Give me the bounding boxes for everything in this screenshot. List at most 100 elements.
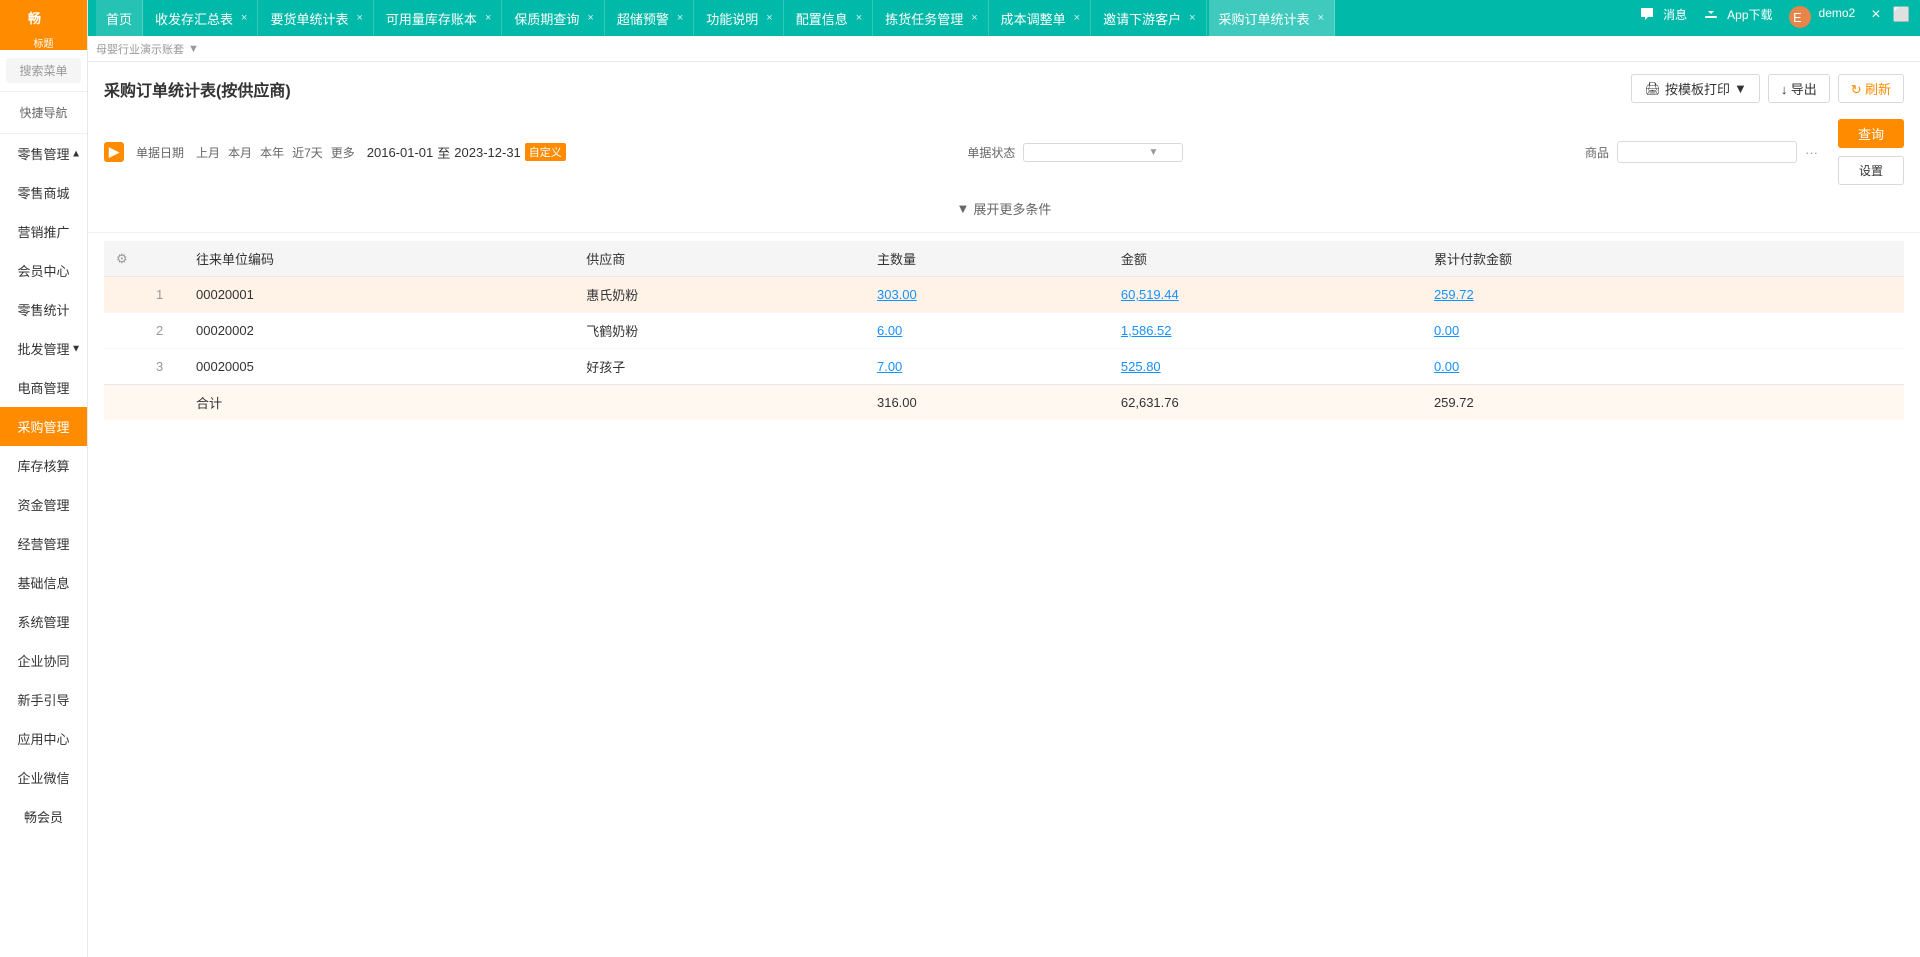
table-row[interactable]: 1 00020001 惠氏奶粉 303.00 60,519.44 259.72 <box>104 277 1904 313</box>
tab-purchase-stats-close[interactable]: × <box>1318 12 1324 24</box>
tab-collect-pay[interactable]: 收发存汇总表 × <box>145 0 258 36</box>
shortcut-this-month[interactable]: 本月 <box>228 144 252 161</box>
tab-function-desc[interactable]: 功能说明 × <box>696 0 783 36</box>
table-container: ⚙ 往来单位编码 供应商 主数量 金额 累计付款金额 1 <box>88 233 1920 428</box>
sidebar-item-ecommerce-label: 电商管理 <box>17 378 69 397</box>
topbar-username[interactable]: demo2 <box>1817 4 1858 33</box>
date-from: 2016-01-01 <box>367 145 434 160</box>
col-amount-header: 金额 <box>1109 241 1422 277</box>
tab-expiry-query-label: 保质期查询 <box>514 9 579 28</box>
tab-order-stats[interactable]: 要货单统计表 × <box>260 0 373 36</box>
topbar-message-icon[interactable] <box>1637 4 1657 33</box>
shortcut-this-year[interactable]: 本年 <box>260 144 284 161</box>
topbar-message-label[interactable]: 消息 <box>1661 4 1689 33</box>
tab-config-info-close[interactable]: × <box>856 12 862 24</box>
sidebar-search-label[interactable]: 搜索菜单 <box>6 58 81 83</box>
tab-overstock-alert-close[interactable]: × <box>677 12 683 24</box>
template-print-button[interactable]: 🖨 按模板打印 ▼ <box>1631 74 1759 103</box>
row1-unit-code: 00020001 <box>184 277 574 313</box>
goods-filter-input[interactable] <box>1617 141 1797 163</box>
row2-main-qty[interactable]: 6.00 <box>865 313 1109 349</box>
sub-header-dropdown[interactable]: 母婴行业演示账套 ▼ <box>96 41 199 57</box>
tab-expiry-query[interactable]: 保质期查询 × <box>504 0 604 36</box>
row3-num: 3 <box>144 349 184 385</box>
sidebar-item-marketing-label: 营销推广 <box>17 222 69 241</box>
row3-paid-amount[interactable]: 0.00 <box>1422 349 1812 385</box>
table-footer-row: 合计 316.00 62,631.76 259.72 <box>104 385 1904 421</box>
row3-main-qty[interactable]: 7.00 <box>865 349 1109 385</box>
row1-main-qty[interactable]: 303.00 <box>865 277 1109 313</box>
sidebar-item-retail-stats[interactable]: 零售统计 <box>0 290 87 329</box>
row2-num: 2 <box>144 313 184 349</box>
printer-icon: 🖨 <box>1644 81 1661 97</box>
tab-purchase-stats[interactable]: 采购订单统计表 × <box>1209 0 1335 36</box>
row2-paid-amount[interactable]: 0.00 <box>1422 313 1812 349</box>
sidebar-item-operations[interactable]: 经营管理 <box>0 524 87 563</box>
sidebar-item-newbie[interactable]: 新手引导 <box>0 680 87 719</box>
tab-invite-downstream-close[interactable]: × <box>1189 12 1195 24</box>
search-button[interactable]: 查询 <box>1838 119 1904 148</box>
filter-expand-btn[interactable]: ▼ 展开更多条件 <box>957 199 1052 218</box>
tab-overstock-alert[interactable]: 超储预警 × <box>607 0 694 36</box>
tab-pick-task[interactable]: 拣货任务管理 × <box>875 0 988 36</box>
sidebar-search-area[interactable]: 搜索菜单 <box>0 50 87 92</box>
export-button[interactable]: ↓ 导出 <box>1768 74 1830 103</box>
tab-home[interactable]: 首页 <box>96 0 143 36</box>
table-row[interactable]: 3 00020005 好孩子 7.00 525.80 0.00 <box>104 349 1904 385</box>
shortcut-more[interactable]: 更多 <box>331 144 355 161</box>
row2-amount[interactable]: 1,586.52 <box>1109 313 1422 349</box>
topbar-app-download-label[interactable]: App下载 <box>1725 4 1774 33</box>
tab-config-info[interactable]: 配置信息 × <box>786 0 873 36</box>
sidebar-quick-nav-label[interactable]: 快捷导航 <box>0 98 87 127</box>
refresh-button[interactable]: ↻ 刷新 <box>1838 74 1904 103</box>
sidebar-item-finance[interactable]: 资金管理 <box>0 485 87 524</box>
goods-filter-more-icon[interactable]: ··· <box>1805 145 1818 160</box>
row3-amount[interactable]: 525.80 <box>1109 349 1422 385</box>
page-actions: 🖨 按模板打印 ▼ ↓ 导出 ↻ 刷新 <box>1631 74 1904 103</box>
shortcut-7days[interactable]: 近7天 <box>292 144 323 161</box>
sub-header-dropdown-label: 母婴行业演示账套 <box>96 41 184 57</box>
column-settings-icon[interactable]: ⚙ <box>116 251 128 266</box>
sidebar-item-ecommerce[interactable]: 电商管理 <box>0 368 87 407</box>
sidebar-item-member[interactable]: 会员中心 <box>0 251 87 290</box>
filter-toggle-btn[interactable]: ▶ <box>104 142 124 162</box>
tab-collect-pay-close[interactable]: × <box>241 12 247 24</box>
window-close-btn[interactable]: × <box>1869 4 1882 33</box>
sidebar-item-finance-label: 资金管理 <box>17 495 69 514</box>
tab-pick-task-close[interactable]: × <box>971 12 977 24</box>
topbar-avatar[interactable]: E <box>1787 4 1813 33</box>
sidebar-item-purchase[interactable]: 采购管理 <box>0 407 87 446</box>
tab-inventory-book-close[interactable]: × <box>485 12 491 24</box>
col-rownum-header <box>144 241 184 277</box>
tab-expiry-query-close[interactable]: × <box>587 12 593 24</box>
tab-inventory-book-label: 可用量库存账本 <box>386 9 477 28</box>
table-row[interactable]: 2 00020002 飞鹤奶粉 6.00 1,586.52 0.00 <box>104 313 1904 349</box>
sidebar-item-marketing[interactable]: 营销推广 <box>0 212 87 251</box>
sidebar-logo[interactable]: 畅 标题 <box>0 0 87 50</box>
tab-function-desc-close[interactable]: × <box>766 12 772 24</box>
row1-paid-amount[interactable]: 259.72 <box>1422 277 1812 313</box>
sidebar-item-inventory[interactable]: 库存核算 <box>0 446 87 485</box>
col-settings-header: ⚙ <box>104 241 144 277</box>
tab-order-stats-close[interactable]: × <box>356 12 362 24</box>
tab-invite-downstream[interactable]: 邀请下游客户 × <box>1093 0 1206 36</box>
tab-cost-adjust-close[interactable]: × <box>1074 12 1080 24</box>
sidebar-item-member2[interactable]: 畅会员 <box>0 797 87 836</box>
sidebar-item-wechat[interactable]: 企业微信 <box>0 758 87 797</box>
filter-settings-button[interactable]: 设置 <box>1838 156 1904 185</box>
sidebar-item-appstore[interactable]: 应用中心 <box>0 719 87 758</box>
sidebar-item-wholesale[interactable]: 批发管理 ▼ <box>0 329 87 368</box>
sidebar-item-retail-mall[interactable]: 零售商城 <box>0 173 87 212</box>
window-max-btn[interactable]: ⬜ <box>1891 4 1912 33</box>
shortcut-last-month[interactable]: 上月 <box>196 144 220 161</box>
sidebar-item-corp[interactable]: 企业协同 <box>0 641 87 680</box>
tab-inventory-book[interactable]: 可用量库存账本 × <box>376 0 502 36</box>
tab-cost-adjust[interactable]: 成本调整单 × <box>991 0 1091 36</box>
sidebar: 畅 标题 搜索菜单 快捷导航 零售管理 ▲ 零售商城 营销推广 会员中心 零售统… <box>0 0 88 957</box>
sidebar-item-system[interactable]: 系统管理 <box>0 602 87 641</box>
sidebar-item-basic[interactable]: 基础信息 <box>0 563 87 602</box>
row1-amount[interactable]: 60,519.44 <box>1109 277 1422 313</box>
sidebar-item-retail[interactable]: 零售管理 ▲ <box>0 134 87 173</box>
topbar-app-download-icon[interactable] <box>1701 4 1721 33</box>
status-select[interactable]: ▼ <box>1023 143 1183 162</box>
